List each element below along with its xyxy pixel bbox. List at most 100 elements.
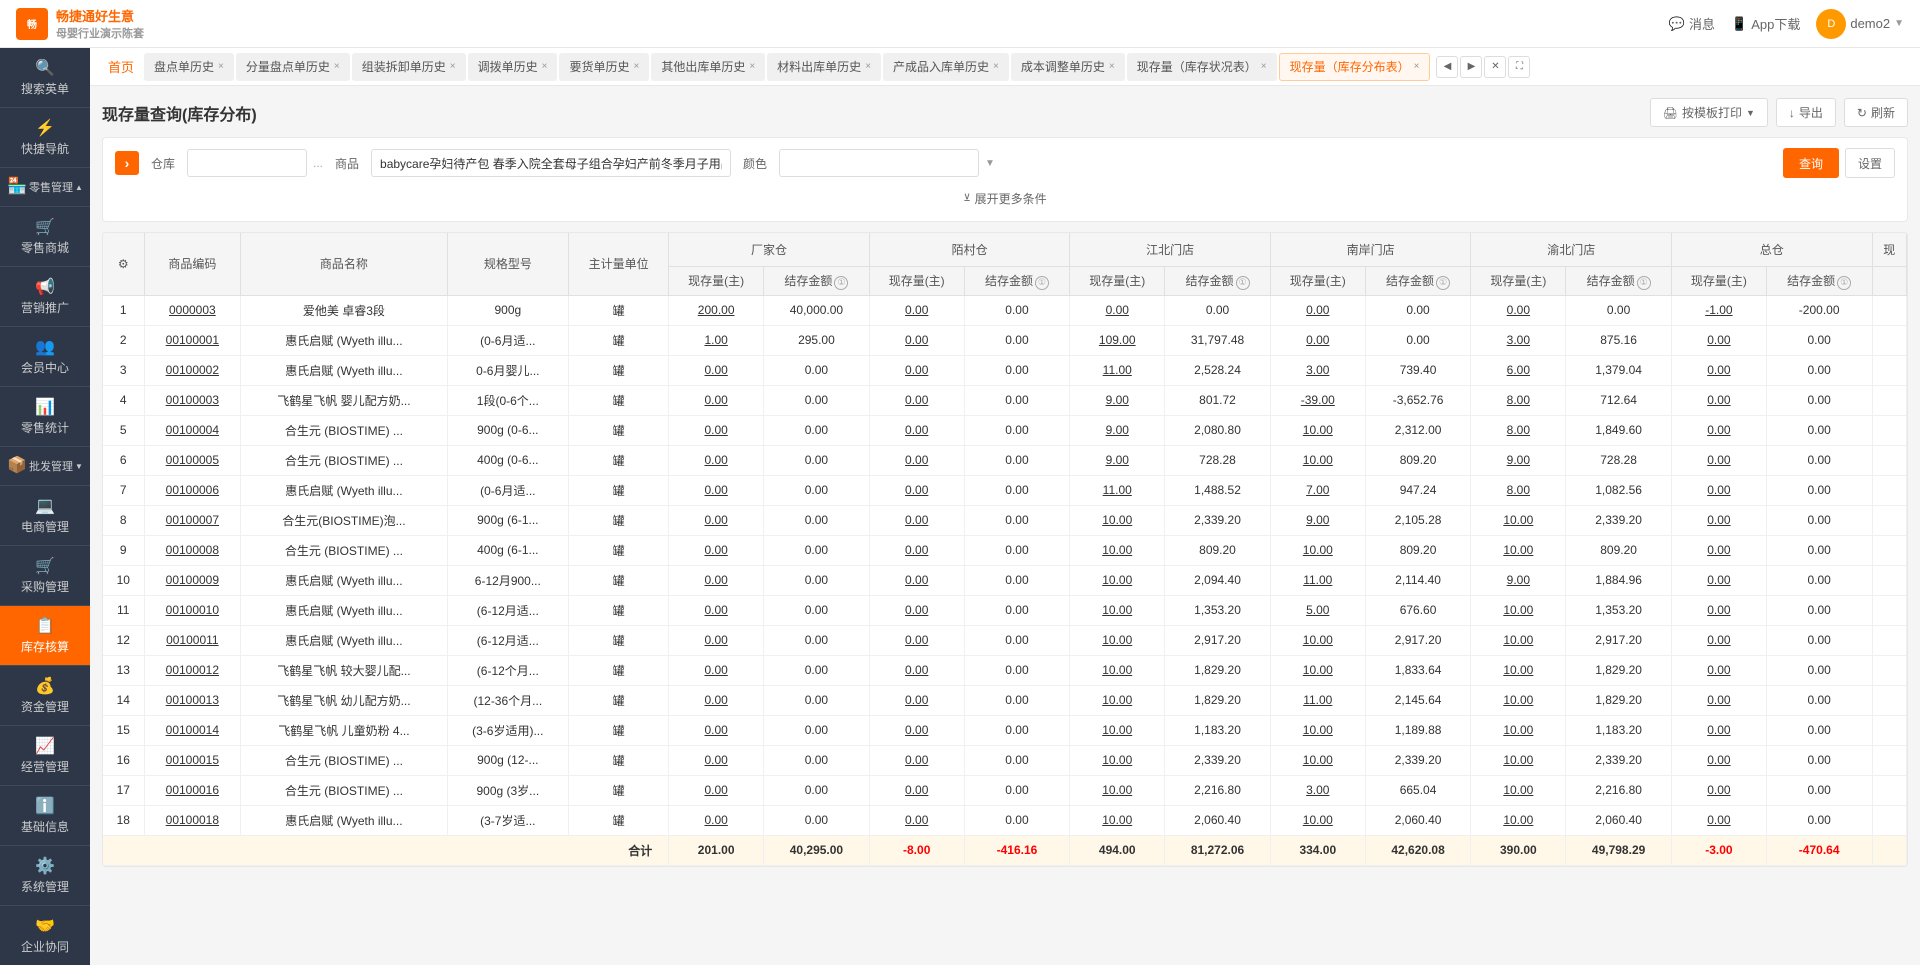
cell-code[interactable]: 00100013 <box>144 685 241 715</box>
export-btn[interactable]: ↓ 导出 <box>1776 98 1836 127</box>
cell-zong-cun[interactable]: 0.00 <box>1672 775 1767 805</box>
cell-code[interactable]: 00100004 <box>144 415 241 445</box>
sidebar-item-base[interactable]: ℹ️ 基础信息 <box>0 786 90 846</box>
close-tab-5[interactable]: × <box>633 61 639 72</box>
cell-yubei-cun[interactable]: 10.00 <box>1471 535 1566 565</box>
cell-yubei-cun[interactable]: 10.00 <box>1471 685 1566 715</box>
cell-jiangbei-cun[interactable]: 9.00 <box>1070 445 1165 475</box>
cell-yubei-cun[interactable]: 10.00 <box>1471 745 1566 775</box>
cell-nanan-cun[interactable]: 9.00 <box>1270 505 1365 535</box>
cell-jiangbei-cun[interactable]: 11.00 <box>1070 355 1165 385</box>
warehouse-input[interactable] <box>187 149 307 177</box>
cell-zong-cun[interactable]: 0.00 <box>1672 355 1767 385</box>
cell-zong-cun[interactable]: 0.00 <box>1672 505 1767 535</box>
toggle-collapse-btn[interactable]: › <box>115 151 139 175</box>
nav-prev-btn[interactable]: ◀ <box>1436 56 1458 78</box>
cell-nanan-cun[interactable]: 10.00 <box>1270 535 1365 565</box>
close-tab-11[interactable]: × <box>1414 61 1420 72</box>
settings-gear-icon[interactable]: ⚙ <box>118 257 129 271</box>
cell-zong-cun[interactable]: 0.00 <box>1672 325 1767 355</box>
tab-home[interactable]: 首页 <box>98 53 144 81</box>
cell-mucun-cun[interactable]: 0.00 <box>869 745 964 775</box>
cell-changjia-cun[interactable]: 0.00 <box>669 685 764 715</box>
cell-code[interactable]: 00100018 <box>144 805 241 835</box>
sidebar-item-nav[interactable]: ⚡ 快捷导航 <box>0 108 90 168</box>
cell-mucun-cun[interactable]: 0.00 <box>869 805 964 835</box>
info-jiangbei[interactable]: ① <box>1236 276 1250 290</box>
sidebar-item-inventory[interactable]: 📋 库存核算 <box>0 606 90 666</box>
cell-nanan-cun[interactable]: 3.00 <box>1270 355 1365 385</box>
cell-jiangbei-cun[interactable]: 10.00 <box>1070 625 1165 655</box>
cell-zong-cun[interactable]: 0.00 <box>1672 715 1767 745</box>
cell-code[interactable]: 00100009 <box>144 565 241 595</box>
close-tab-1[interactable]: × <box>218 61 224 72</box>
tab-diaob[interactable]: 调拨单历史 × <box>468 53 558 81</box>
cell-mucun-cun[interactable]: 0.00 <box>869 295 964 325</box>
message-btn[interactable]: 💬 消息 <box>1669 14 1715 33</box>
close-tab-2[interactable]: × <box>334 61 340 72</box>
cell-nanan-cun[interactable]: 5.00 <box>1270 595 1365 625</box>
user-avatar[interactable]: D demo2 ▼ <box>1816 9 1904 39</box>
cell-jiangbei-cun[interactable]: 10.00 <box>1070 685 1165 715</box>
cell-changjia-cun[interactable]: 0.00 <box>669 475 764 505</box>
cell-nanan-cun[interactable]: 11.00 <box>1270 565 1365 595</box>
cell-mucun-cun[interactable]: 0.00 <box>869 685 964 715</box>
cell-zong-cun[interactable]: 0.00 <box>1672 655 1767 685</box>
sidebar-item-marketing[interactable]: 📢 营销推广 <box>0 267 90 327</box>
tab-xiancunliang-zk[interactable]: 现存量（库存状况表） × <box>1127 53 1277 81</box>
cell-changjia-cun[interactable]: 1.00 <box>669 325 764 355</box>
cell-zong-cun[interactable]: 0.00 <box>1672 565 1767 595</box>
cell-jiangbei-cun[interactable]: 10.00 <box>1070 775 1165 805</box>
cell-changjia-cun[interactable]: 0.00 <box>669 535 764 565</box>
cell-mucun-cun[interactable]: 0.00 <box>869 715 964 745</box>
cell-code[interactable]: 00100010 <box>144 595 241 625</box>
cell-nanan-cun[interactable]: 10.00 <box>1270 415 1365 445</box>
cell-mucun-cun[interactable]: 0.00 <box>869 535 964 565</box>
cell-nanan-cun[interactable]: -39.00 <box>1270 385 1365 415</box>
cell-nanan-cun[interactable]: 10.00 <box>1270 745 1365 775</box>
sidebar-item-stats[interactable]: 📊 零售统计 <box>0 387 90 447</box>
cell-changjia-cun[interactable]: 0.00 <box>669 355 764 385</box>
cell-yubei-cun[interactable]: 10.00 <box>1471 595 1566 625</box>
nav-next-btn[interactable]: ▶ <box>1460 56 1482 78</box>
cell-mucun-cun[interactable]: 0.00 <box>869 445 964 475</box>
cell-zong-cun[interactable]: 0.00 <box>1672 625 1767 655</box>
cell-mucun-cun[interactable]: 0.00 <box>869 355 964 385</box>
nav-expand-btn[interactable]: ⛶ <box>1508 56 1530 78</box>
cell-mucun-cun[interactable]: 0.00 <box>869 595 964 625</box>
close-tab-8[interactable]: × <box>993 61 999 72</box>
sidebar-item-finance[interactable]: 💰 资金管理 <box>0 666 90 726</box>
cell-zong-cun[interactable]: 0.00 <box>1672 535 1767 565</box>
sidebar-item-operation[interactable]: 📈 经营管理 <box>0 726 90 786</box>
cell-zong-cun[interactable]: 0.00 <box>1672 805 1767 835</box>
close-tab-10[interactable]: × <box>1261 61 1267 72</box>
cell-yubei-cun[interactable]: 10.00 <box>1471 775 1566 805</box>
sidebar-item-system[interactable]: ⚙️ 系统管理 <box>0 846 90 906</box>
tab-pandian[interactable]: 盘点单历史 × <box>144 53 234 81</box>
cell-mucun-cun[interactable]: 0.00 <box>869 625 964 655</box>
cell-yubei-cun[interactable]: 9.00 <box>1471 565 1566 595</box>
info-mucun[interactable]: ① <box>1035 276 1049 290</box>
cell-zong-cun[interactable]: 0.00 <box>1672 685 1767 715</box>
close-tab-4[interactable]: × <box>542 61 548 72</box>
cell-code[interactable]: 00100011 <box>144 625 241 655</box>
cell-yubei-cun[interactable]: 10.00 <box>1471 655 1566 685</box>
tab-cailiaochu[interactable]: 材料出库单历史 × <box>767 53 881 81</box>
cell-code[interactable]: 00100006 <box>144 475 241 505</box>
cell-zong-cun[interactable]: 0.00 <box>1672 595 1767 625</box>
print-btn[interactable]: 🖨 按模板打印 ▼ <box>1650 98 1768 127</box>
cell-code[interactable]: 00100012 <box>144 655 241 685</box>
cell-code[interactable]: 00100014 <box>144 715 241 745</box>
cell-code[interactable]: 00100002 <box>144 355 241 385</box>
cell-yubei-cun[interactable]: 3.00 <box>1471 325 1566 355</box>
expand-conditions-btn[interactable]: ⊻ 展开更多条件 <box>955 186 1054 211</box>
sidebar-item-shop[interactable]: 🛒 零售商城 <box>0 207 90 267</box>
query-btn[interactable]: 查询 <box>1783 148 1839 178</box>
color-input[interactable] <box>779 149 979 177</box>
cell-zong-cun[interactable]: 0.00 <box>1672 445 1767 475</box>
cell-yubei-cun[interactable]: 10.00 <box>1471 805 1566 835</box>
cell-yubei-cun[interactable]: 9.00 <box>1471 445 1566 475</box>
cell-changjia-cun[interactable]: 0.00 <box>669 805 764 835</box>
cell-mucun-cun[interactable]: 0.00 <box>869 565 964 595</box>
cell-yubei-cun[interactable]: 6.00 <box>1471 355 1566 385</box>
